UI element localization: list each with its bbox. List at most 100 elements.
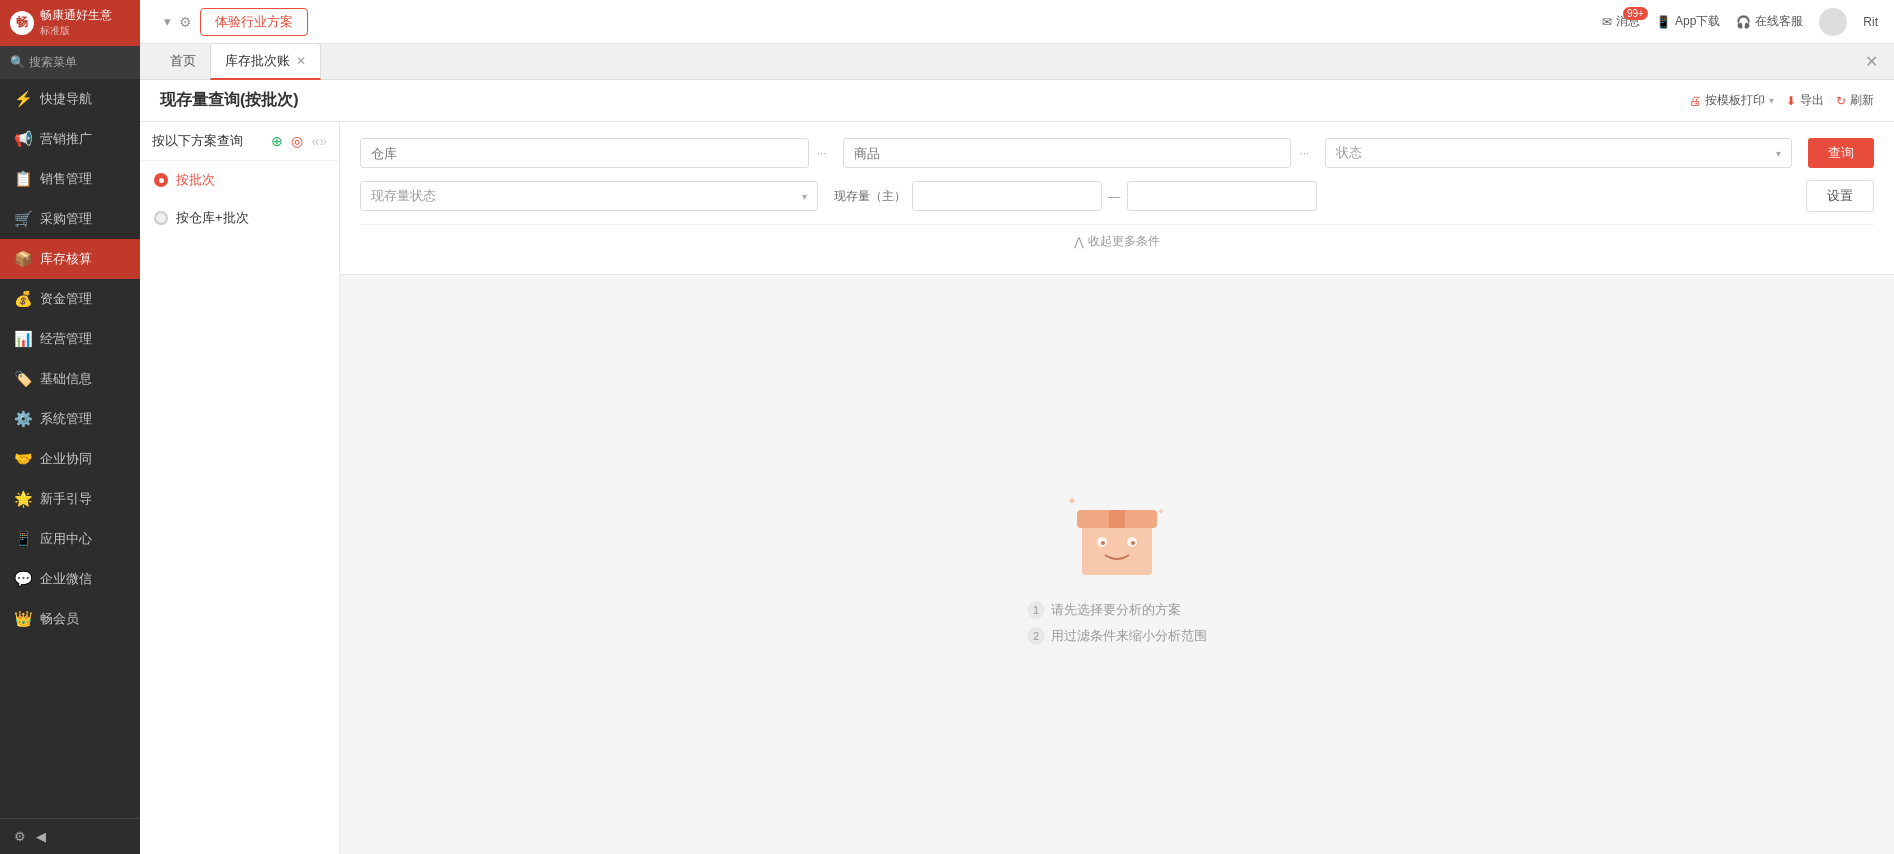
search-menu[interactable]: 🔍 搜索菜单 (0, 46, 140, 79)
sidebar-item-operations[interactable]: 📊 经营管理 (0, 319, 140, 359)
sidebar-item-appstore[interactable]: 📱 应用中心 (0, 519, 140, 559)
filter-panel: 按以下方案查询 ⊕ ◎ «» 按批次 按仓库+批次 (140, 122, 340, 854)
collapse-conditions[interactable]: ⋀ 收起更多条件 (360, 224, 1874, 258)
settings-icon[interactable]: ⚙ (14, 829, 26, 844)
sidebar-item-sales[interactable]: 📋 销售管理 (0, 159, 140, 199)
sidebar-item-enterprise[interactable]: 🤝 企业协同 (0, 439, 140, 479)
product-field: ··· (843, 138, 1310, 168)
sidebar-footer: ⚙ ◀ (0, 818, 140, 854)
hint-1: 1 请先选择要分析的方案 (1027, 601, 1207, 619)
sidebar-item-newbie[interactable]: 🌟 新手引导 (0, 479, 140, 519)
sidebar-item-marketing[interactable]: 📢 营销推广 (0, 119, 140, 159)
warehouse-input[interactable] (360, 138, 809, 168)
sidebar: 畅 畅康通好生意 标准版 🔍 搜索菜单 ⚡ 快捷导航 📢 营销推广 📋 销售管理… (0, 0, 140, 854)
sidebar-item-purchase[interactable]: 🛒 采购管理 (0, 199, 140, 239)
topbar: ▾ ⚙ 体验行业方案 ✉ 消息 99+ 📱 App下载 🎧 在线客服 Rit (140, 0, 1894, 44)
query-button[interactable]: 查询 (1808, 138, 1874, 168)
collapse-up-icon: ⋀ (1074, 235, 1084, 249)
empty-hints: 1 请先选择要分析的方案 2 用过滤条件来缩小分析范围 (1027, 601, 1207, 645)
hint-2: 2 用过滤条件来缩小分析范围 (1027, 627, 1207, 645)
app-subtitle: 标准版 (40, 24, 112, 38)
export-icon: ⬇ (1786, 94, 1796, 108)
avatar[interactable] (1819, 8, 1847, 36)
sidebar-item-shortcuts[interactable]: ⚡ 快捷导航 (0, 79, 140, 119)
empty-svg: ✦ ✦ (1057, 485, 1177, 585)
topbar-gear-icon[interactable]: ⚙ (179, 14, 192, 30)
phone-icon: 📱 (1656, 15, 1671, 29)
wechat-icon: 💬 (14, 570, 32, 588)
messages-badge: 99+ (1623, 7, 1648, 20)
manage-scheme-icon[interactable]: ◎ (291, 133, 303, 149)
app-download-button[interactable]: 📱 App下载 (1656, 13, 1720, 30)
tab-home[interactable]: 首页 (156, 44, 210, 80)
content-area: 按以下方案查询 ⊕ ◎ «» 按批次 按仓库+批次 (140, 122, 1894, 854)
empty-illustration: ✦ ✦ (1057, 485, 1177, 585)
tab-close-icon[interactable]: ✕ (296, 54, 306, 68)
stock-status-arrow: ▾ (802, 191, 807, 202)
inventory-icon: 📦 (14, 250, 32, 268)
trial-button[interactable]: 体验行业方案 (200, 8, 308, 36)
member-icon: 👑 (14, 610, 32, 628)
sidebar-item-inventory[interactable]: 📦 库存核算 (0, 239, 140, 279)
filter-title: 按以下方案查询 (152, 132, 243, 150)
warehouse-more[interactable]: ··· (817, 146, 827, 160)
settings-button[interactable]: 设置 (1806, 180, 1874, 212)
status-select[interactable]: 状态 ▾ (1325, 138, 1792, 168)
query-form: ··· ··· 状态 ▾ (340, 122, 1894, 275)
collapse-sidebar-icon[interactable]: ◀ (36, 829, 46, 844)
radio-warehouse-batch (154, 211, 168, 225)
print-button[interactable]: 🖨 按模板打印 ▾ (1689, 92, 1774, 109)
basics-icon: 🏷️ (14, 370, 32, 388)
sidebar-item-finance[interactable]: 💰 资金管理 (0, 279, 140, 319)
online-service-button[interactable]: 🎧 在线客服 (1736, 13, 1803, 30)
sidebar-item-system[interactable]: ⚙️ 系统管理 (0, 399, 140, 439)
message-icon: ✉ (1602, 15, 1612, 29)
svg-text:✦: ✦ (1157, 506, 1165, 517)
stock-qty-label: 现存量（主） (834, 188, 906, 205)
svg-rect-0 (1082, 520, 1152, 575)
form-row-2: 现存量状态 ▾ 现存量（主） — 设置 (360, 180, 1874, 212)
stock-status-select[interactable]: 现存量状态 ▾ (360, 181, 818, 211)
operations-icon: 📊 (14, 330, 32, 348)
status-field: 状态 ▾ (1325, 138, 1792, 168)
status-label: 状态 (1336, 144, 1362, 162)
stock-qty-max[interactable] (1127, 181, 1317, 211)
headset-icon: 🎧 (1736, 15, 1751, 29)
app-logo: 畅 (10, 11, 34, 35)
empty-state: ✦ ✦ 1 请先选择要分析的方案 2 用过滤条件来缩小分析范围 (340, 275, 1894, 854)
filter-item-warehouse-batch[interactable]: 按仓库+批次 (140, 199, 339, 237)
sidebar-item-wechat[interactable]: 💬 企业微信 (0, 559, 140, 599)
product-more[interactable]: ··· (1299, 146, 1309, 160)
svg-rect-2 (1109, 510, 1125, 528)
sales-icon: 📋 (14, 170, 32, 188)
finance-icon: 💰 (14, 290, 32, 308)
collapse-panel-icon[interactable]: «» (311, 133, 327, 149)
form-row-1: ··· ··· 状态 ▾ (360, 138, 1874, 168)
refresh-button[interactable]: ↻ 刷新 (1836, 92, 1874, 109)
stock-qty-min[interactable] (912, 181, 1102, 211)
product-input[interactable] (843, 138, 1292, 168)
tab-inventory-batch[interactable]: 库存批次账 ✕ (210, 43, 321, 80)
svg-text:✦: ✦ (1067, 494, 1077, 508)
sidebar-item-member[interactable]: 👑 畅会员 (0, 599, 140, 639)
query-area: ··· ··· 状态 ▾ (340, 122, 1894, 854)
filter-item-batch[interactable]: 按批次 (140, 161, 339, 199)
range-dash: — (1108, 189, 1121, 204)
svg-point-6 (1131, 541, 1135, 545)
add-scheme-icon[interactable]: ⊕ (271, 133, 283, 149)
messages-button[interactable]: ✉ 消息 99+ (1602, 13, 1640, 30)
sidebar-item-basics[interactable]: 🏷️ 基础信息 (0, 359, 140, 399)
tabbar: 首页 库存批次账 ✕ ✕ (140, 44, 1894, 80)
export-button[interactable]: ⬇ 导出 (1786, 92, 1824, 109)
marketing-icon: 📢 (14, 130, 32, 148)
username-label: Rit (1863, 15, 1878, 29)
system-icon: ⚙️ (14, 410, 32, 428)
app-title: 畅康通好生意 (40, 8, 112, 24)
enterprise-icon: 🤝 (14, 450, 32, 468)
status-dropdown-icon: ▾ (1776, 148, 1781, 159)
tab-close-page-icon[interactable]: ✕ (1865, 52, 1878, 71)
nav-list: ⚡ 快捷导航 📢 营销推广 📋 销售管理 🛒 采购管理 📦 库存核算 💰 资金管… (0, 79, 140, 818)
radio-batch (154, 173, 168, 187)
dropdown-icon[interactable]: ▾ (164, 14, 171, 29)
print-dropdown-icon[interactable]: ▾ (1769, 95, 1774, 106)
